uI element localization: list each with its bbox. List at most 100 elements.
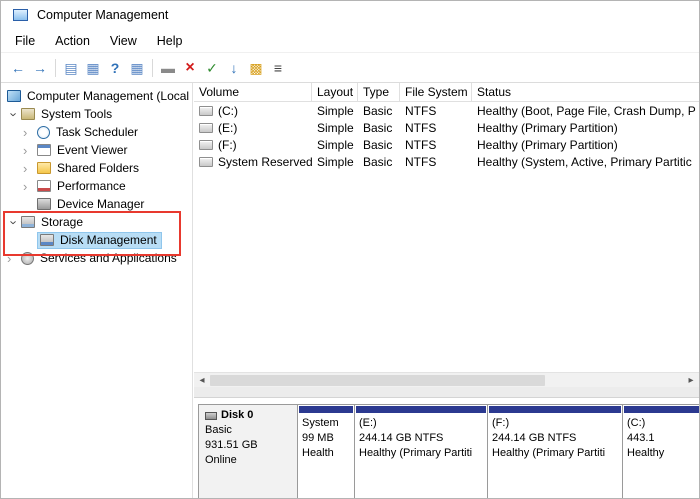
scroll-right-icon[interactable]: ▸ [683,373,699,388]
menu-file[interactable]: File [5,31,45,51]
partition-status: Health [302,447,334,459]
volume-row[interactable]: (F:) Simple Basic NTFS Healthy (Primary … [194,136,699,153]
menu-view[interactable]: View [100,31,147,51]
column-header-volume[interactable]: Volume [194,83,312,101]
scrollbar-thumb[interactable] [210,375,545,386]
volume-layout: Simple [317,154,354,169]
drive-icon [199,105,213,116]
drive-icon [199,122,213,133]
list-view-icon[interactable]: ≡ [267,57,289,79]
tree-item-label: Services and Applications [40,251,177,265]
check-icon[interactable]: ✓ [201,57,223,79]
volume-file-system: NTFS [405,103,437,118]
column-header-layout[interactable]: Layout [312,83,358,101]
tree-item-services-and-applications[interactable]: › Services and Applications [1,249,192,267]
chevron-right-icon[interactable]: › [23,144,37,157]
tree-item-disk-management[interactable]: Disk Management [1,231,192,249]
partition-f[interactable]: (F:) 244.14 GB NTFS Healthy (Primary Par… [487,404,623,498]
tree-item-shared-folders[interactable]: › Shared Folders [1,159,192,177]
shared-folders-icon [37,162,51,174]
task-scheduler-icon [37,125,50,139]
partition-system-reserved[interactable]: System 99 MB Health [297,404,355,498]
primary-partition-stripe [624,406,699,413]
event-viewer-icon [37,144,51,156]
volume-row[interactable]: System Reserved Simple Basic NTFS Health… [194,153,699,170]
console-window-icon[interactable]: ▦ [82,57,104,79]
tree-item-label: Event Viewer [57,143,128,157]
menu-action[interactable]: Action [45,31,100,51]
disk-management-pane: Volume Layout Type File System Status (C… [194,83,699,498]
volume-name: (F:) [218,137,237,152]
partition-size: 443.1 [627,432,655,444]
volume-row[interactable]: (E:) Simple Basic NTFS Healthy (Primary … [194,119,699,136]
volume-file-system: NTFS [405,120,437,135]
primary-partition-stripe [489,406,621,413]
volume-name: (E:) [218,120,238,135]
volume-list-header: Volume Layout Type File System Status [194,83,699,102]
column-header-file-system[interactable]: File System [400,83,472,101]
chevron-right-icon[interactable]: › [23,180,37,193]
help-icon[interactable]: ? [104,57,126,79]
chevron-down-icon[interactable]: › [7,215,22,229]
horizontal-scrollbar[interactable]: ◂ ▸ [194,372,699,387]
disk-management-icon [40,234,54,246]
scroll-left-icon[interactable]: ◂ [194,373,210,388]
graphical-view: Disk 0 Basic 931.51 GB Online System 99 … [194,398,699,498]
column-header-type[interactable]: Type [358,83,400,101]
chevron-down-icon[interactable]: › [7,107,22,121]
column-header-status[interactable]: Status [472,83,699,101]
export-list-icon[interactable]: ▤ [60,57,82,79]
system-tools-icon [21,108,35,120]
toolbar-separator [55,59,56,77]
partition-name: (F:) [492,417,510,429]
volume-type: Basic [363,137,393,152]
chevron-right-icon[interactable]: › [23,162,37,175]
chevron-right-icon[interactable]: › [23,126,37,139]
tree-item-label: Shared Folders [57,161,140,175]
volume-name: System Reserved [218,154,312,169]
disk-size: 931.51 GB [205,439,258,451]
forward-icon[interactable]: → [29,57,51,79]
tree-item-label: Performance [57,179,126,193]
tree-item-label: Storage [41,215,84,229]
partition-c[interactable]: (C:) 443.1 Healthy [622,404,699,498]
delete-icon[interactable]: × [179,57,201,79]
tree-item-device-manager[interactable]: Device Manager [1,195,192,213]
refresh-icon[interactable]: ↓ [223,57,245,79]
selected-item-highlight: Disk Management [37,231,162,249]
partition-name: (C:) [627,417,646,429]
partition-status: Healthy (Primary Partiti [359,447,473,459]
disk-0-info[interactable]: Disk 0 Basic 931.51 GB Online [198,404,298,498]
partition-size: 244.14 GB NTFS [492,432,577,444]
performance-icon [37,180,51,192]
volume-type: Basic [363,120,393,135]
chevron-right-icon[interactable]: › [7,252,21,265]
tree-item-task-scheduler[interactable]: › Task Scheduler [1,123,192,141]
tree-item-storage[interactable]: › Storage [1,213,192,231]
show-console-tree-icon[interactable]: ▦ [126,57,148,79]
volume-row[interactable]: (C:) Simple Basic NTFS Healthy (Boot, Pa… [194,102,699,119]
volume-layout: Simple [317,137,354,152]
window-title: Computer Management [37,8,169,22]
new-folder-icon[interactable]: ▩ [245,57,267,79]
volume-status: Healthy (Boot, Page File, Crash Dump, P [477,103,696,118]
partition-name: System [302,417,339,429]
pane-splitter[interactable] [194,387,699,398]
menu-help[interactable]: Help [147,31,193,51]
disk-status: Online [205,454,237,466]
title-bar: Computer Management [1,1,699,29]
back-icon[interactable]: ← [7,57,29,79]
app-icon [13,9,28,21]
menu-bar: File Action View Help [1,29,699,53]
tree-item-system-tools[interactable]: › System Tools [1,105,192,123]
flag-icon[interactable]: ▬ [157,57,179,79]
tree-item-event-viewer[interactable]: › Event Viewer [1,141,192,159]
tree-item-label: Disk Management [60,233,157,247]
volume-file-system: NTFS [405,154,437,169]
volume-layout: Simple [317,120,354,135]
tree-item-computer-management[interactable]: Computer Management (Local [1,87,192,105]
volume-type: Basic [363,103,393,118]
tree-item-performance[interactable]: › Performance [1,177,192,195]
toolbar: ← → ▤ ▦ ? ▦ ▬ × ✓ ↓ ▩ ≡ [1,54,699,83]
partition-e[interactable]: (E:) 244.14 GB NTFS Healthy (Primary Par… [354,404,488,498]
